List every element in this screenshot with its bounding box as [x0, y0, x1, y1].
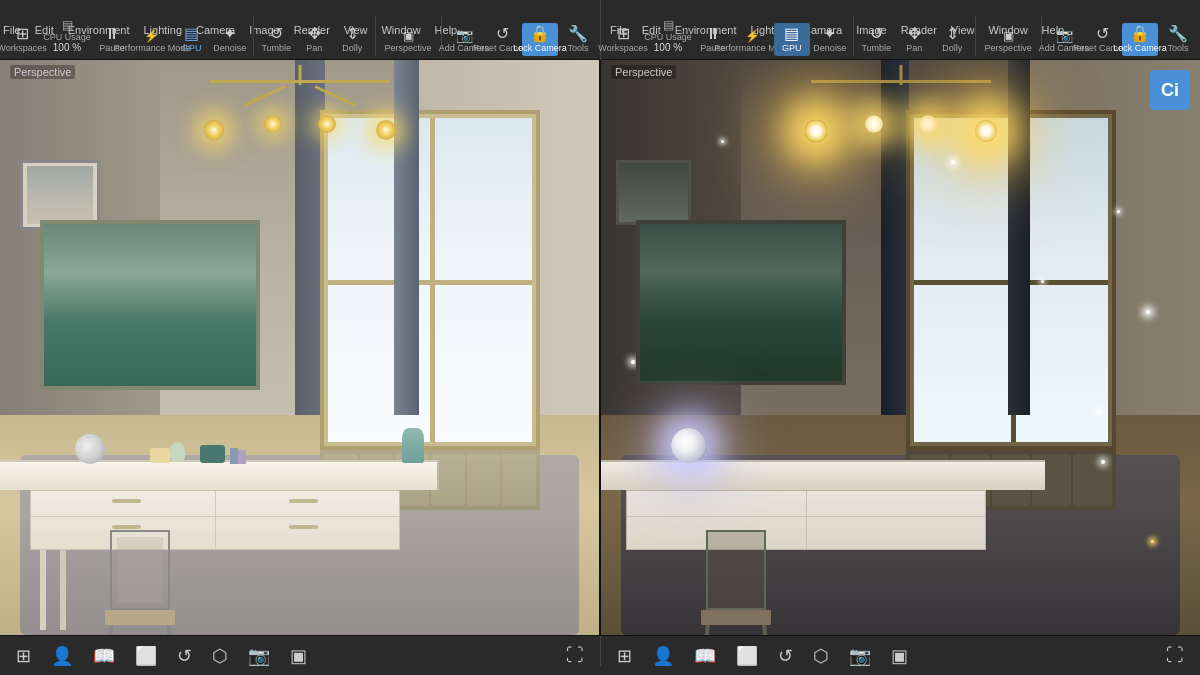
bottom-toolbar-left: ⊞ 👤 📖 ⬜ ↺ ⬡ 📷 ▣ ⛶ [0, 636, 600, 675]
workspaces-button-right[interactable]: ⊞ Workspaces [605, 23, 641, 56]
cpu-usage-right: ▤ CPU Usage 100 % [643, 16, 693, 56]
tumble-icon-left: ↺ [270, 26, 283, 42]
workspaces-button-left[interactable]: ⊞ Workspaces [4, 23, 40, 56]
workspaces-icon-right: ⊞ [617, 26, 630, 42]
gpu-button-left[interactable]: ▤ GPU [174, 23, 210, 56]
add-cam-icon-left: 📷 [456, 28, 473, 42]
cpu-icon-left: ▤ [62, 19, 73, 31]
bottom-user-left[interactable]: 👤 [45, 643, 79, 669]
bottom-camera-left[interactable]: 📷 [242, 643, 276, 669]
pan-button-right[interactable]: ✥ Pan [896, 23, 932, 56]
bottom-fullscreen-right[interactable]: ⛶ [1160, 643, 1190, 668]
tools-button-right[interactable]: 🔧 Tools [1160, 23, 1196, 56]
bottom-camera-right[interactable]: 📷 [843, 643, 877, 669]
bottom-square-left[interactable]: ▣ [284, 643, 313, 669]
bottom-fullscreen-left[interactable]: ⛶ [560, 643, 590, 668]
lock-camera-button-left[interactable]: 🔒 Lock Camera [522, 23, 558, 56]
bottom-book-left[interactable]: 📖 [87, 643, 121, 669]
dolly-button-left[interactable]: ⇕ Dolly [334, 23, 370, 56]
bottom-book-right[interactable]: 📖 [688, 643, 722, 669]
tumble-button-left[interactable]: ↺ Tumble [258, 23, 294, 56]
dolly-button-right[interactable]: ⇕ Dolly [934, 23, 970, 56]
workspaces-icon-left: ⊞ [16, 26, 29, 42]
perspective-button-left[interactable]: ▣ Perspective [381, 27, 436, 56]
pan-icon-right: ✥ [908, 26, 921, 42]
perspective-button-right[interactable]: ▣ Perspective [981, 27, 1036, 56]
reset-cam-icon-right: ↺ [1096, 26, 1109, 42]
bottom-layout-right[interactable]: ⬜ [730, 643, 764, 669]
lock-cam-icon-left: 🔒 [530, 26, 550, 42]
perspective-icon-right: ▣ [1003, 30, 1014, 42]
dolly-icon-right: ⇕ [946, 26, 959, 42]
cpu-usage-left: ▤ CPU Usage 100 % [42, 16, 92, 56]
pause-icon-right: ⏸ [705, 26, 721, 42]
bottom-hex-right[interactable]: ⬡ [807, 643, 835, 669]
pan-button-left[interactable]: ✥ Pan [296, 23, 332, 56]
perf-icon-left: ⚡ [144, 30, 159, 42]
denoise-icon-right: ✦ [823, 26, 836, 42]
cpu-value-left: 100 % [53, 42, 81, 53]
cpu-value-right: 100 % [654, 42, 682, 53]
gpu-icon-left: ▤ [184, 26, 199, 42]
perf-mode-button-right[interactable]: ⚡ Performance Mode [733, 27, 772, 56]
cpu-icon-right: ▤ [663, 19, 674, 31]
tumble-icon-right: ↺ [870, 26, 883, 42]
denoise-button-left[interactable]: ✦ Denoise [212, 23, 248, 56]
bottom-workspaces-right[interactable]: ⊞ [611, 643, 638, 669]
viewport-left[interactable]: Perspective [0, 60, 601, 635]
viewports-container: Perspective [0, 60, 1200, 635]
ci-badge: Ci [1150, 70, 1190, 110]
lock-camera-button-right[interactable]: 🔒 Lock Camera [1122, 23, 1158, 56]
bottom-layout-left[interactable]: ⬜ [129, 643, 163, 669]
gpu-icon-right: ▤ [784, 26, 799, 42]
tumble-button-right[interactable]: ↺ Tumble [858, 23, 894, 56]
perf-mode-button-left[interactable]: ⚡ Performance Mode [132, 27, 172, 56]
reset-cam-icon-left: ↺ [496, 26, 509, 42]
denoise-button-right[interactable]: ✦ Denoise [812, 23, 848, 56]
lock-cam-icon-right: 🔒 [1130, 26, 1150, 42]
viewport-left-label: Perspective [10, 65, 75, 79]
bottom-toolbar-right: ⊞ 👤 📖 ⬜ ↺ ⬡ 📷 ▣ ⛶ [601, 636, 1201, 675]
bottom-workspaces-left[interactable]: ⊞ [10, 643, 37, 669]
pause-icon-left: ⏸ [104, 26, 120, 42]
tools-icon-right: 🔧 [1168, 26, 1188, 42]
add-cam-icon-right: 📷 [1056, 28, 1073, 42]
tools-icon-left: 🔧 [568, 26, 588, 42]
dolly-icon-left: ⇕ [346, 26, 359, 42]
gpu-button-right[interactable]: ▤ GPU [774, 23, 810, 56]
bottom-rotate-right[interactable]: ↺ [772, 643, 799, 669]
pan-icon-left: ✥ [308, 26, 321, 42]
bottom-hex-left[interactable]: ⬡ [206, 643, 234, 669]
perf-icon-right: ⚡ [745, 30, 760, 42]
bottom-rotate-left[interactable]: ↺ [171, 643, 198, 669]
viewport-right[interactable]: Ci Perspective [601, 60, 1200, 635]
bottom-user-right[interactable]: 👤 [646, 643, 680, 669]
tools-button-left[interactable]: 🔧 Tools [560, 23, 596, 56]
denoise-icon-left: ✦ [223, 26, 236, 42]
perspective-icon-left: ▣ [403, 30, 414, 42]
viewport-right-label: Perspective [611, 65, 676, 79]
bottom-square-right[interactable]: ▣ [885, 643, 914, 669]
